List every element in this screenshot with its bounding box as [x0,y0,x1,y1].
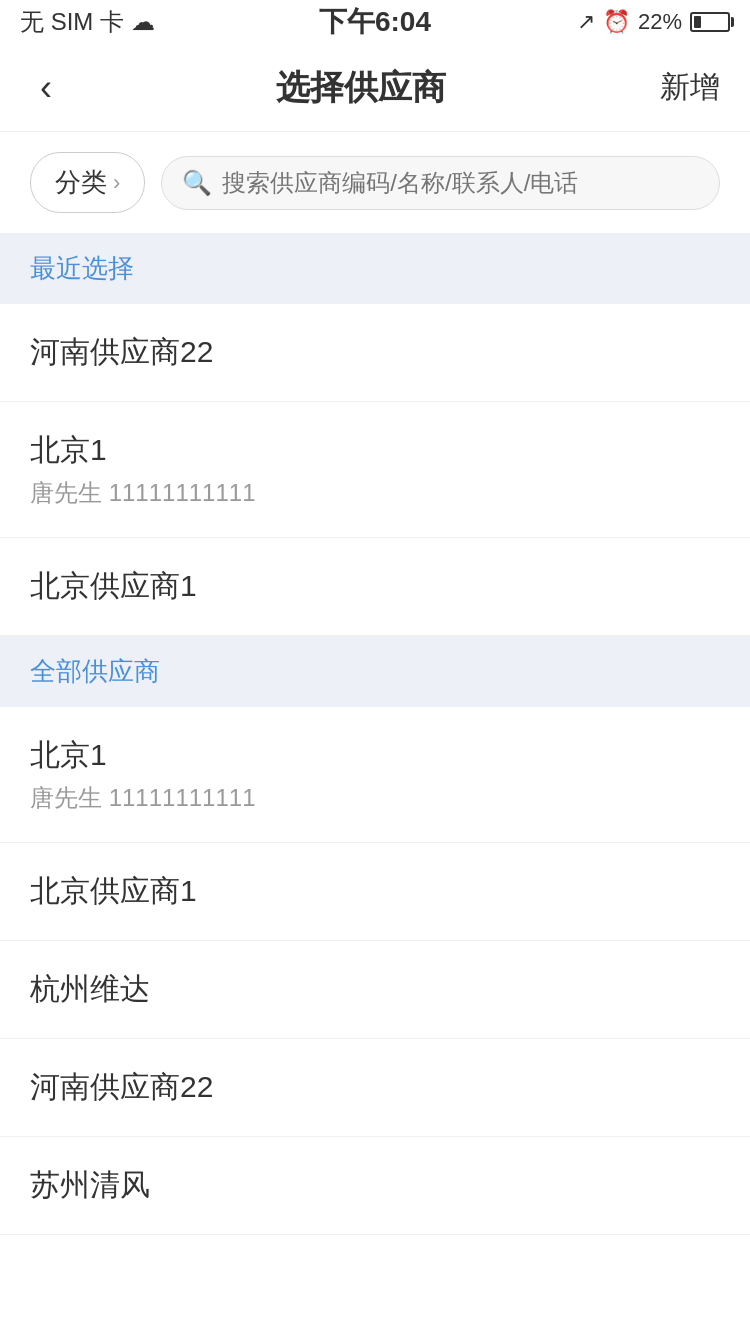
no-sim-text: 无 SIM 卡 ☁ [20,6,155,38]
search-icon: 🔍 [182,169,212,197]
battery-container [690,12,730,32]
item-name: 北京1 [30,430,720,471]
search-input[interactable] [222,169,699,197]
list-item[interactable]: 杭州维达 [0,941,750,1039]
item-name: 北京供应商1 [30,871,720,912]
search-box: 🔍 [161,156,720,210]
item-name: 河南供应商22 [30,1067,720,1108]
item-name: 北京供应商1 [30,566,720,607]
list-item[interactable]: 河南供应商22 [0,1039,750,1137]
all-section-header: 全部供应商 [0,636,750,707]
all-list: 北京1 唐先生 11111111111 北京供应商1 杭州维达河南供应商22 苏州清风 [0,707,750,1235]
recent-list: 河南供应商22 北京1 唐先生 11111111111 北京供应商1 [0,304,750,636]
all-section-label: 全部供应商 [30,656,160,686]
battery-percent: 22% [638,9,682,35]
signal-icon: ↗ [577,9,595,35]
list-item[interactable]: 北京供应商1 [0,538,750,636]
list-item[interactable]: 北京1 唐先生 11111111111 [0,402,750,538]
status-right: ↗ ⏰ 22% [577,9,730,35]
recent-section-label: 最近选择 [30,253,134,283]
filter-row: 分类 › 🔍 [0,132,750,233]
battery-box [690,12,730,32]
status-time: 下午6:04 [319,3,431,41]
item-name: 杭州维达 [30,969,720,1010]
item-sub: 唐先生 11111111111 [30,477,720,509]
nav-bar: ‹ 选择供应商 新增 [0,44,750,132]
category-label: 分类 [55,165,107,200]
category-filter-button[interactable]: 分类 › [30,152,145,213]
alarm-icon: ⏰ [603,9,630,35]
status-bar: 无 SIM 卡 ☁ 下午6:04 ↗ ⏰ 22% [0,0,750,44]
battery-fill [694,16,701,28]
item-sub: 唐先生 11111111111 [30,782,720,814]
list-item[interactable]: 苏州清风 [0,1137,750,1235]
item-name: 河南供应商22 [30,332,720,373]
chevron-right-icon: › [113,170,120,196]
back-button[interactable]: ‹ [30,57,62,119]
item-name: 苏州清风 [30,1165,720,1206]
page-title: 选择供应商 [276,65,446,111]
recent-section-header: 最近选择 [0,233,750,304]
add-new-button[interactable]: 新增 [660,67,720,108]
status-left: 无 SIM 卡 ☁ [20,6,155,38]
item-name: 北京1 [30,735,720,776]
list-item[interactable]: 河南供应商22 [0,304,750,402]
list-item[interactable]: 北京供应商1 [0,843,750,941]
list-item[interactable]: 北京1 唐先生 11111111111 [0,707,750,843]
